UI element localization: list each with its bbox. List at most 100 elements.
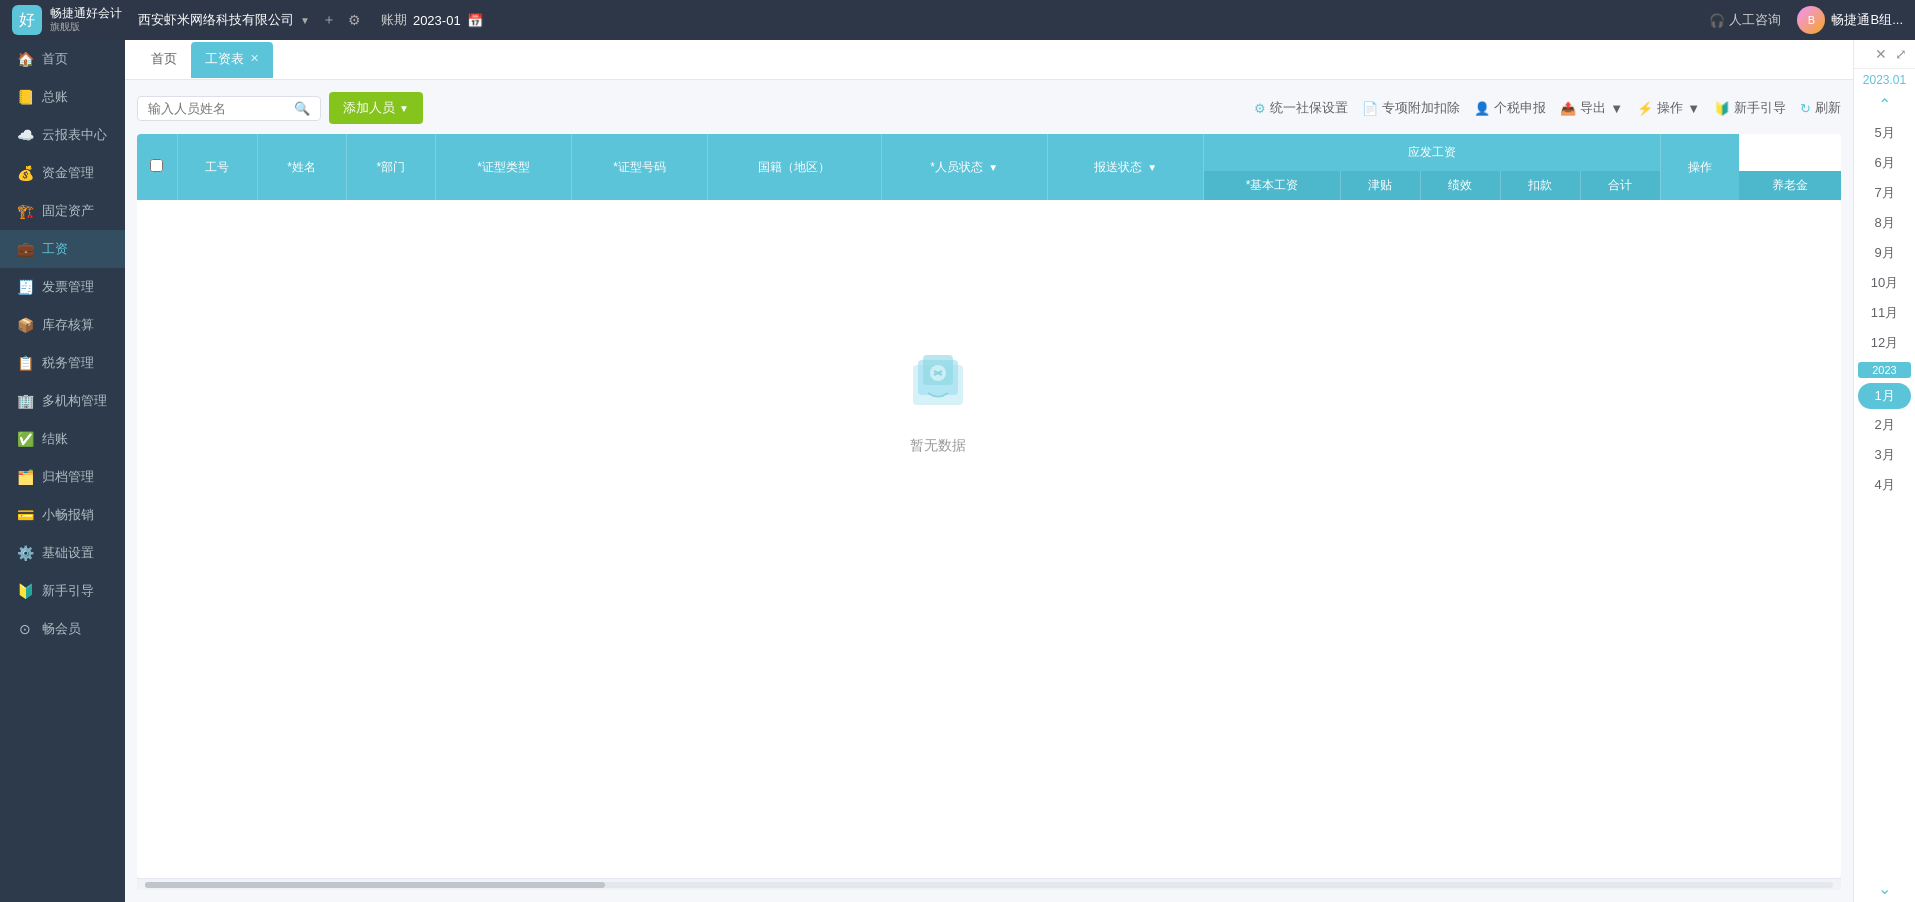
month-item-3[interactable]: 3月 — [1854, 440, 1915, 470]
settings-menu-icon: ⚙️ — [16, 545, 34, 561]
close-period-icon: ✅ — [16, 431, 34, 447]
inventory-icon: 📦 — [16, 317, 34, 333]
deduction-label: 专项附加扣除 — [1382, 99, 1460, 117]
sidebar-label-fund: 资金管理 — [42, 164, 94, 182]
col-status[interactable]: *人员状态 ▼ — [881, 134, 1047, 200]
right-panel: ✕ ⤢ 2023.01 ⌃ 5月 6月 7月 8月 9月 10月 11月 12月… — [1853, 40, 1915, 902]
select-all-checkbox[interactable] — [150, 159, 163, 172]
months-scroll-down[interactable]: ⌄ — [1854, 875, 1915, 902]
search-wrap[interactable]: 🔍 — [137, 96, 321, 121]
month-item-7[interactable]: 7月 — [1854, 178, 1915, 208]
month-item-4[interactable]: 4月 — [1854, 470, 1915, 500]
tab-close-icon[interactable]: ✕ — [250, 52, 259, 65]
col-name: *姓名 — [257, 134, 346, 200]
add-icon[interactable]: ＋ — [322, 11, 336, 29]
sidebar-label-cloud: 云报表中心 — [42, 126, 107, 144]
salary-icon: 💼 — [16, 241, 34, 257]
sidebar-item-invoice[interactable]: 🧾 发票管理 — [0, 268, 125, 306]
social-security-icon: ⚙ — [1254, 101, 1266, 116]
right-panel-controls: ✕ ⤢ — [1854, 40, 1915, 69]
guide-label: 新手引导 — [1734, 99, 1786, 117]
month-item-2[interactable]: 2月 — [1854, 410, 1915, 440]
sidebar-item-home[interactable]: 🏠 首页 — [0, 40, 125, 78]
col-id-type: *证型类型 — [435, 134, 571, 200]
sidebar-item-inventory[interactable]: 📦 库存核算 — [0, 306, 125, 344]
horizontal-scrollbar[interactable] — [137, 878, 1841, 890]
month-item-6[interactable]: 6月 — [1854, 148, 1915, 178]
deduction-icon: 📄 — [1362, 101, 1378, 116]
sidebar-item-close[interactable]: ✅ 结账 — [0, 420, 125, 458]
expense-icon: 💳 — [16, 507, 34, 523]
service-button[interactable]: 🎧 人工咨询 — [1709, 11, 1781, 29]
sidebar-label-close: 结账 — [42, 430, 68, 448]
company-selector[interactable]: 西安虾米网络科技有限公司 ▼ — [138, 11, 310, 29]
month-item-1[interactable]: 1月 — [1858, 383, 1911, 409]
sidebar-item-fixed-assets[interactable]: 🏗️ 固定资产 — [0, 192, 125, 230]
period-label: 账期 — [381, 11, 407, 29]
month-item-8[interactable]: 8月 — [1854, 208, 1915, 238]
sidebar-item-cloud-report[interactable]: ☁️ 云报表中心 — [0, 116, 125, 154]
refresh-icon: ↻ — [1800, 101, 1811, 116]
tab-salary-label: 工资表 — [205, 50, 244, 68]
months-scroll-up[interactable]: ⌃ — [1854, 91, 1915, 118]
empty-icon — [898, 345, 978, 425]
scrollbar-track[interactable] — [145, 882, 1833, 888]
month-item-9[interactable]: 9月 — [1854, 238, 1915, 268]
month-item-5[interactable]: 5月 — [1854, 118, 1915, 148]
export-label: 导出 — [1580, 99, 1606, 117]
sidebar-item-multi-org[interactable]: 🏢 多机构管理 — [0, 382, 125, 420]
calendar-icon[interactable]: 📅 — [467, 13, 483, 28]
guide-action-icon: 🔰 — [1714, 101, 1730, 116]
cloud-icon: ☁️ — [16, 127, 34, 143]
add-person-button[interactable]: 添加人员 ▼ — [329, 92, 423, 124]
month-item-10[interactable]: 10月 — [1854, 268, 1915, 298]
sidebar-item-settings[interactable]: ⚙️ 基础设置 — [0, 534, 125, 572]
guide-icon: 🔰 — [16, 583, 34, 599]
sidebar-item-ledger[interactable]: 📒 总账 — [0, 78, 125, 116]
fund-icon: 💰 — [16, 165, 34, 181]
sidebar-item-member[interactable]: ⊙ 畅会员 — [0, 610, 125, 648]
data-table-container: 工号 *姓名 *部门 *证型类型 *证型号码 国籍（地区） *人员状态 ▼ 报送… — [137, 134, 1841, 878]
sidebar-item-fund[interactable]: 💰 资金管理 — [0, 154, 125, 192]
settings-icon[interactable]: ⚙ — [348, 12, 361, 28]
invoice-icon: 🧾 — [16, 279, 34, 295]
month-item-11[interactable]: 11月 — [1854, 298, 1915, 328]
sidebar-item-salary[interactable]: 💼 工资 — [0, 230, 125, 268]
refresh-btn[interactable]: ↻ 刷新 — [1800, 99, 1841, 117]
sidebar-item-archive[interactable]: 🗂️ 归档管理 — [0, 458, 125, 496]
sidebar-label-invoice: 发票管理 — [42, 278, 94, 296]
table-checkbox-header[interactable] — [137, 134, 177, 200]
search-input[interactable] — [148, 101, 288, 116]
extra-deduction-btn[interactable]: 📄 专项附加扣除 — [1362, 99, 1460, 117]
right-panel-expand-icon[interactable]: ⤢ — [1895, 46, 1907, 62]
add-btn-label: 添加人员 — [343, 99, 395, 117]
headset-icon: 🎧 — [1709, 13, 1725, 28]
report-filter-icon: ▼ — [1147, 162, 1157, 173]
export-btn[interactable]: 📤 导出 ▼ — [1560, 99, 1623, 117]
personal-tax-btn[interactable]: 👤 个税申报 — [1474, 99, 1546, 117]
user-info[interactable]: B 畅捷通B组... — [1797, 6, 1903, 34]
col-report-status[interactable]: 报送状态 ▼ — [1047, 134, 1204, 200]
export-arrow-icon: ▼ — [1610, 101, 1623, 116]
sidebar-label-multi: 多机构管理 — [42, 392, 107, 410]
tab-home-label: 首页 — [151, 50, 177, 68]
guide-btn[interactable]: 🔰 新手引导 — [1714, 99, 1786, 117]
sidebar-item-guide[interactable]: 🔰 新手引导 — [0, 572, 125, 610]
sidebar-label-fixed: 固定资产 — [42, 202, 94, 220]
tab-salary-table[interactable]: 工资表 ✕ — [191, 42, 273, 78]
sidebar-item-expense[interactable]: 💳 小畅报销 — [0, 496, 125, 534]
sidebar-label-member: 畅会员 — [42, 620, 81, 638]
social-security-btn[interactable]: ⚙ 统一社保设置 — [1254, 99, 1348, 117]
add-btn-arrow-icon: ▼ — [399, 103, 409, 114]
tax-icon: 📋 — [16, 355, 34, 371]
sidebar-item-tax[interactable]: 📋 税务管理 — [0, 344, 125, 382]
col-pension: 养老金 — [1739, 171, 1841, 200]
company-dropdown-arrow: ▼ — [300, 15, 310, 26]
scrollbar-thumb[interactable] — [145, 882, 605, 888]
month-item-12[interactable]: 12月 — [1854, 328, 1915, 358]
tab-home[interactable]: 首页 — [137, 42, 191, 78]
right-panel-close-icon[interactable]: ✕ — [1875, 46, 1887, 62]
col-allowance: 津贴 — [1340, 171, 1420, 200]
empty-state-row: 暂无数据 — [137, 200, 1841, 600]
operations-btn[interactable]: ⚡ 操作 ▼ — [1637, 99, 1700, 117]
